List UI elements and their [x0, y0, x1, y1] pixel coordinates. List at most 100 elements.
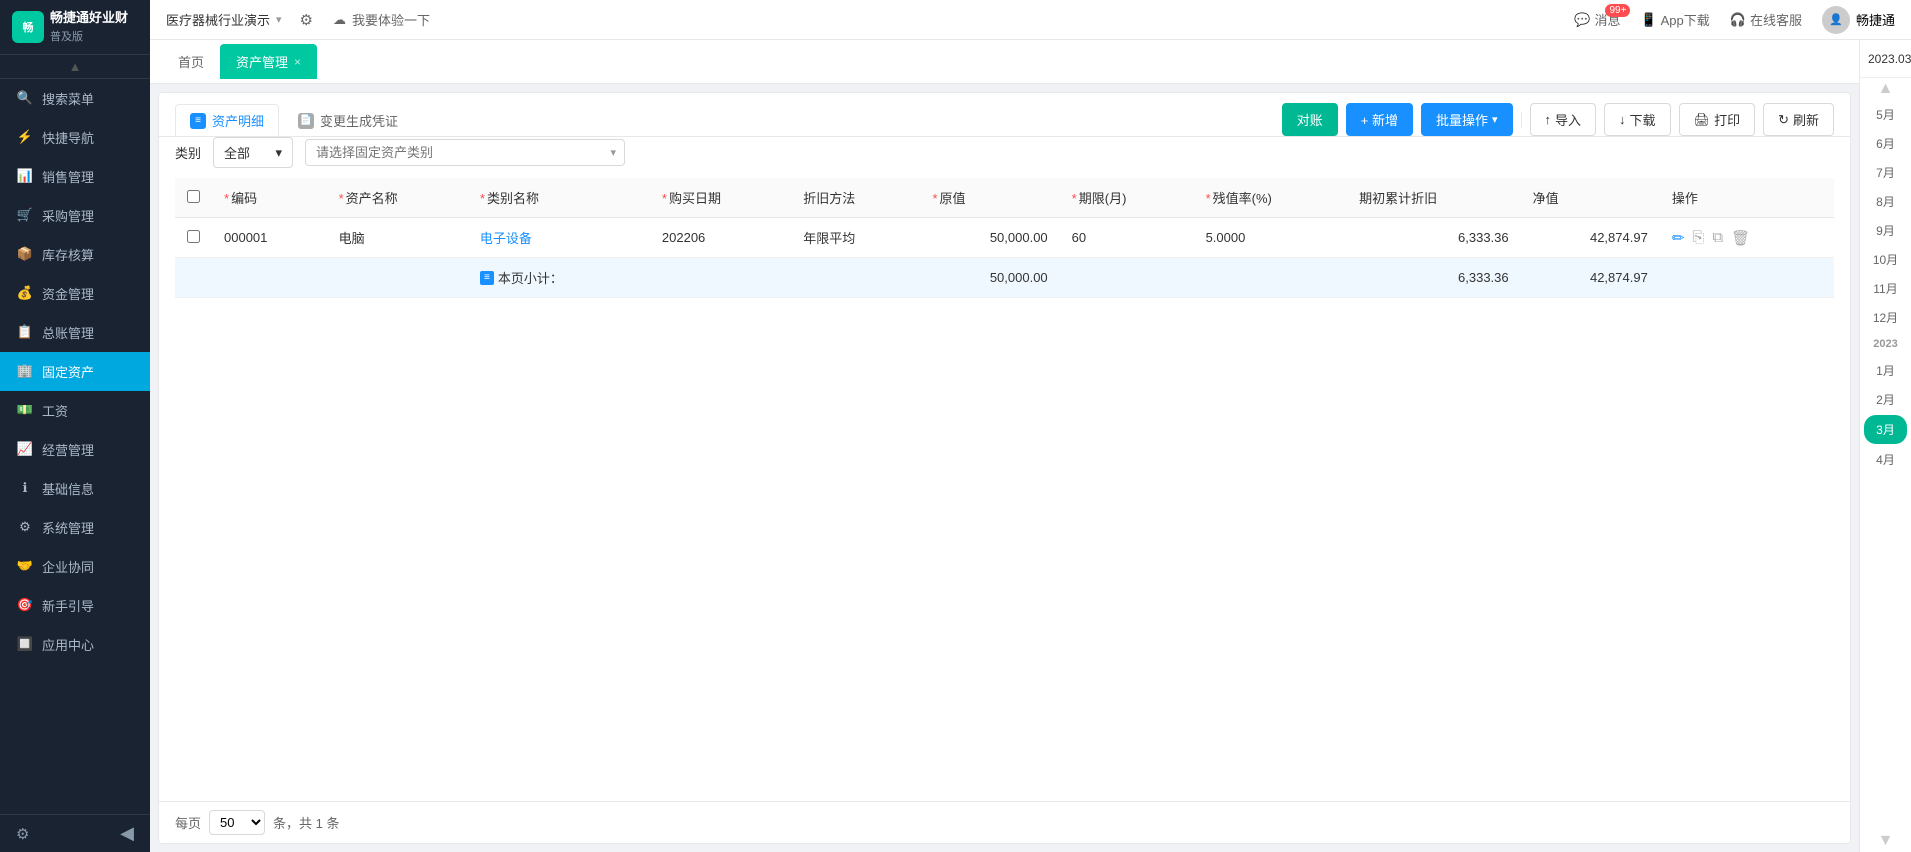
date-item-3-active[interactable]: 3月 — [1864, 415, 1907, 444]
sidebar-item-system[interactable]: ⚙ 系统管理 — [0, 508, 150, 547]
category-select-arrow-icon: ▾ — [275, 145, 282, 161]
message-btn[interactable]: 💬 消息 99+ — [1574, 10, 1620, 29]
date-item-1[interactable]: 1月 — [1860, 356, 1911, 385]
inner-tab-asset-detail[interactable]: ≡ 资产明细 — [175, 104, 279, 136]
tab-close-icon[interactable]: × — [294, 55, 301, 69]
sidebar-item-basic-info[interactable]: ℹ 基础信息 — [0, 469, 150, 508]
logo-icon: 畅 — [12, 11, 44, 43]
date-item-11[interactable]: 11月 — [1860, 274, 1911, 303]
batch-dropdown-arrow-icon: ▾ — [1492, 113, 1498, 126]
quick-nav-icon: ⚡ — [16, 128, 34, 146]
select-all-checkbox[interactable] — [187, 190, 200, 203]
import-btn[interactable]: ↑ 导入 — [1530, 103, 1597, 136]
subtotal-net: 42,874.97 — [1521, 258, 1660, 298]
top-settings-icon[interactable]: ⚙ — [300, 11, 313, 29]
sidebar-item-finance[interactable]: 💰 资金管理 — [0, 274, 150, 313]
refresh-icon: ↻ — [1778, 112, 1789, 128]
date-item-10[interactable]: 10月 — [1860, 245, 1911, 274]
date-item-6[interactable]: 6月 — [1860, 129, 1911, 158]
sidebar-item-purchase[interactable]: 🛒 采购管理 — [0, 196, 150, 235]
tab-active-label: 资产管理 — [236, 52, 288, 71]
content-area: 首页 资产管理 × ≡ 资产明细 📄 变更生成凭证 — [150, 40, 1911, 852]
page-content: 首页 资产管理 × ≡ 资产明细 📄 变更生成凭证 — [150, 40, 1859, 852]
sidebar-item-label: 固定资产 — [42, 362, 134, 381]
date-item-5[interactable]: 5月 — [1860, 100, 1911, 129]
reconcile-btn-label: 对账 — [1297, 110, 1323, 129]
sidebar-scroll-up[interactable]: ▲ — [69, 59, 82, 74]
sidebar-item-collab[interactable]: 🤝 企业协同 — [0, 547, 150, 586]
print-btn[interactable]: 🖨 打印 — [1679, 103, 1756, 136]
sidebar-item-app-center[interactable]: 🔲 应用中心 — [0, 625, 150, 664]
date-item-4[interactable]: 4月 — [1860, 445, 1911, 474]
user-avatar-area[interactable]: 👤 畅捷通 — [1822, 6, 1895, 34]
customer-service-btn[interactable]: 🎧 在线客服 — [1730, 10, 1802, 29]
sidebar-item-label: 快捷导航 — [42, 128, 134, 147]
sidebar-item-fixed-assets[interactable]: 🏢 固定资产 — [0, 352, 150, 391]
col-name: *资产名称 — [327, 178, 468, 218]
inventory-icon: 📦 — [16, 245, 34, 263]
sidebar-item-sales[interactable]: 📊 销售管理 — [0, 157, 150, 196]
row-checkbox[interactable] — [187, 230, 200, 243]
company-selector[interactable]: 医疗器械行业演示 ▾ — [166, 10, 282, 29]
cell-purchase-date: 202206 — [650, 218, 791, 258]
assets-table: *编码 *资产名称 *类别名称 *购买日期 — [175, 178, 1834, 298]
inner-tab-voucher-label: 变更生成凭证 — [320, 111, 398, 130]
edit-icon[interactable]: ✏ — [1672, 229, 1685, 247]
asset-category-input-arrow-icon[interactable]: ▾ — [602, 141, 624, 164]
sidebar-item-label: 采购管理 — [42, 206, 134, 225]
download-icon: ↓ — [1619, 112, 1626, 127]
import-icon: ↑ — [1545, 112, 1552, 127]
sidebar-item-quick-nav[interactable]: ⚡ 快捷导航 — [0, 118, 150, 157]
asset-category-input[interactable] — [306, 140, 602, 165]
date-item-9[interactable]: 9月 — [1860, 216, 1911, 245]
per-page-select[interactable]: 50 100 200 — [209, 810, 265, 835]
sidebar-item-ledger[interactable]: 📋 总账管理 — [0, 313, 150, 352]
sidebar-item-guide[interactable]: 🎯 新手引导 — [0, 586, 150, 625]
sidebar-item-label: 销售管理 — [42, 167, 134, 186]
duplicate-icon[interactable]: ⧉ — [1712, 229, 1723, 247]
delete-icon[interactable]: 🗑 — [1731, 229, 1750, 247]
sidebar-item-salary[interactable]: 💵 工资 — [0, 391, 150, 430]
user-name: 畅捷通 — [1856, 10, 1895, 29]
sidebar-item-label: 搜索菜单 — [42, 89, 134, 108]
copy-icon[interactable]: ⎘ — [1692, 229, 1704, 247]
tab-home[interactable]: 首页 — [166, 44, 216, 79]
asset-category-input-wrap: ▾ — [305, 139, 625, 166]
scroll-up-icon[interactable]: ▲ — [1860, 78, 1911, 100]
company-name: 医疗器械行业演示 — [166, 10, 270, 29]
purchase-icon: 🛒 — [16, 206, 34, 224]
col-action: 操作 — [1660, 178, 1834, 218]
date-item-2[interactable]: 2月 — [1860, 385, 1911, 414]
app-download-icon: 📱 — [1640, 12, 1656, 28]
reconcile-btn[interactable]: 对账 — [1282, 103, 1338, 136]
sidebar-item-inventory[interactable]: 📦 库存核算 — [0, 235, 150, 274]
subtotal-depreciation: 6,333.36 — [1347, 258, 1521, 298]
sidebar-item-label: 基础信息 — [42, 479, 134, 498]
cell-net-value: 42,874.97 — [1521, 218, 1660, 258]
date-item-12[interactable]: 12月 — [1860, 303, 1911, 332]
category-filter-label: 类别 — [175, 143, 201, 162]
download-btn[interactable]: ↓ 下载 — [1604, 103, 1671, 136]
operations-icon: 📈 — [16, 440, 34, 458]
scroll-down-icon[interactable]: ▼ — [1860, 830, 1911, 852]
col-purchase-date: *购买日期 — [650, 178, 791, 218]
separator — [1521, 112, 1522, 128]
tab-asset-management[interactable]: 资产管理 × — [220, 44, 317, 79]
refresh-btn[interactable]: ↻ 刷新 — [1763, 103, 1834, 136]
sidebar-collapse-icon[interactable]: ◀ — [120, 823, 134, 844]
new-btn[interactable]: + 新增 — [1346, 103, 1413, 136]
category-select[interactable]: 全部 ▾ — [213, 137, 293, 168]
collab-icon: 🤝 — [16, 557, 34, 575]
app-center-icon: 🔲 — [16, 635, 34, 653]
batch-btn[interactable]: 批量操作 ▾ — [1421, 103, 1513, 136]
date-item-8[interactable]: 8月 — [1860, 187, 1911, 216]
experience-btn[interactable]: ☁ 我要体验一下 — [333, 10, 430, 29]
sidebar-item-search[interactable]: 🔍 搜索菜单 — [0, 79, 150, 118]
settings-gear-icon[interactable]: ⚙ — [16, 825, 29, 843]
date-item-7[interactable]: 7月 — [1860, 158, 1911, 187]
app-download-btn[interactable]: 📱 App下载 — [1640, 10, 1709, 29]
sidebar-item-operations[interactable]: 📈 经营管理 — [0, 430, 150, 469]
inner-tab-voucher[interactable]: 📄 变更生成凭证 — [283, 104, 413, 136]
cell-accumulated-depreciation: 6,333.36 — [1347, 218, 1521, 258]
col-accumulated-depreciation: 期初累计折旧 — [1347, 178, 1521, 218]
